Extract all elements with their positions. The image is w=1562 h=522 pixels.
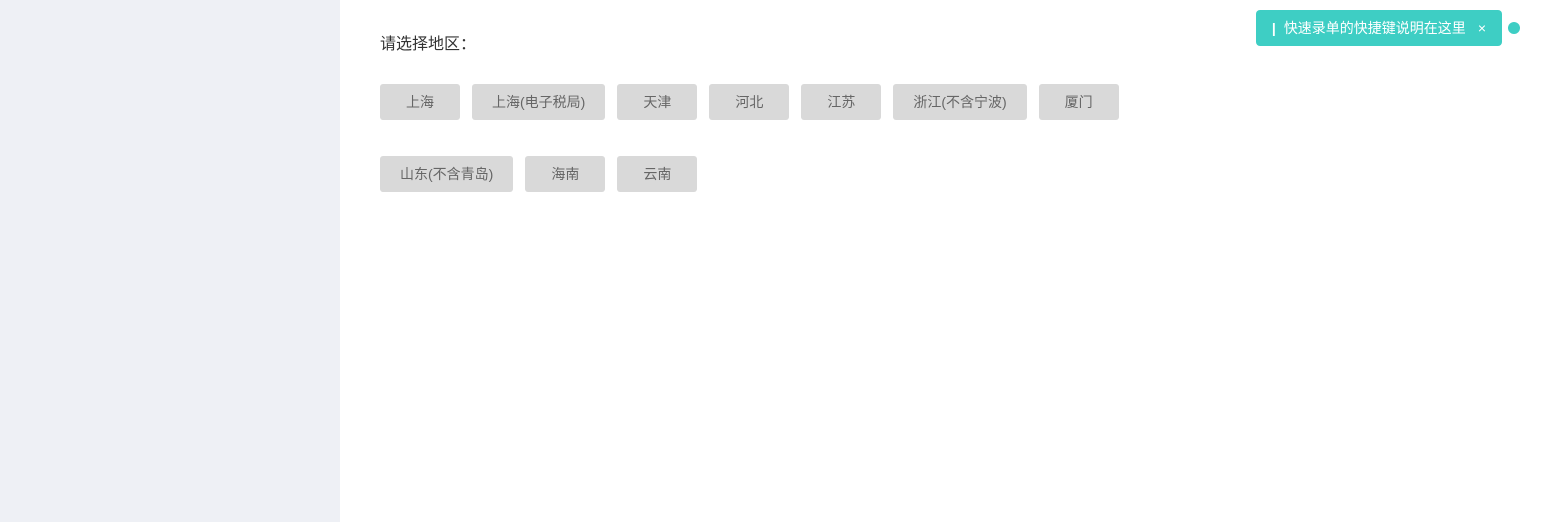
tooltip-close-button[interactable]: ×	[1478, 20, 1486, 36]
region-row-2: 山东(不含青岛) 海南云南	[380, 156, 697, 192]
region-btn-shanghai[interactable]: 上海	[380, 84, 460, 120]
region-btn-hebei[interactable]: 河北	[709, 84, 789, 120]
region-btn-hainan[interactable]: 海南	[525, 156, 605, 192]
region-btn-yunnan[interactable]: 云南	[617, 156, 697, 192]
tooltip-text: 快速录单的快捷键说明在这里	[1284, 18, 1466, 38]
region-btn-jiangsu[interactable]: 江苏	[801, 84, 881, 120]
main-content: 请选择地区： 上海上海(电子税局)天津河北江苏浙江(不含宁波)厦门 山东(不含青…	[340, 0, 1562, 522]
region-btn-shandong[interactable]: 山东(不含青岛)	[380, 156, 513, 192]
region-btn-shanghai-etax[interactable]: 上海(电子税局)	[472, 84, 605, 120]
region-btn-tianjin[interactable]: 天津	[617, 84, 697, 120]
region-btn-xiamen[interactable]: 厦门	[1039, 84, 1119, 120]
tooltip-dot	[1508, 22, 1520, 34]
region-btn-zhejiang[interactable]: 浙江(不含宁波)	[893, 84, 1026, 120]
region-row-1: 上海上海(电子税局) 天津河北江苏浙江(不含宁波) 厦门	[380, 84, 1119, 120]
region-buttons-container: 上海上海(电子税局) 天津河北江苏浙江(不含宁波) 厦门 山东(不含青岛) 海南云南	[380, 84, 1522, 192]
tooltip-banner[interactable]: 快速录单的快捷键说明在这里 ×	[1256, 10, 1502, 46]
left-sidebar	[0, 0, 340, 522]
